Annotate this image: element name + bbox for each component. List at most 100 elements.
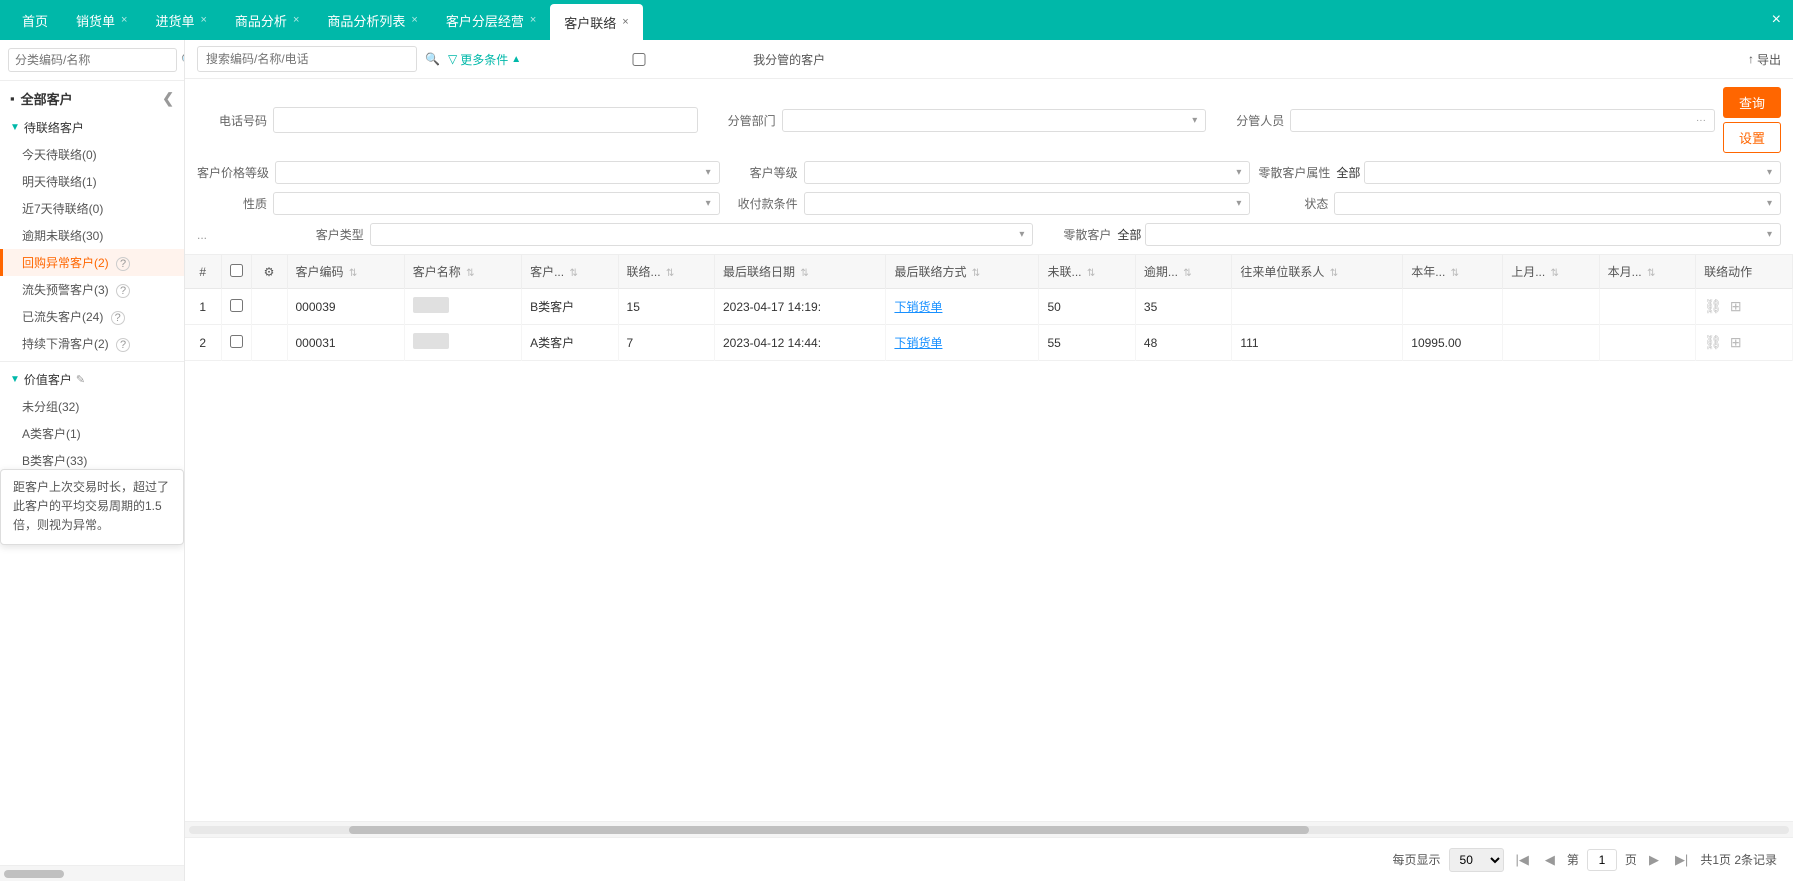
row2-method-link[interactable]: 下销货单 [894, 336, 942, 350]
row1-check[interactable] [221, 289, 251, 325]
col-header-overdue: 逾期... ⇅ [1135, 255, 1231, 289]
nav-analysis[interactable]: 商品分析 × [221, 0, 313, 40]
sidebar-item-today[interactable]: 今天待联络(0) [0, 141, 184, 168]
row1-overdue: 35 [1135, 289, 1231, 325]
page-prev-btn[interactable]: ◀ [1541, 850, 1559, 870]
col-header-action: 联络动作 [1696, 255, 1793, 289]
row2-checkbox[interactable] [230, 335, 243, 348]
filter-row-3: 性质 ▾ 收付款条件 ▾ 状态 ▾ [197, 192, 1781, 215]
price-level-select[interactable]: ▾ [275, 161, 720, 184]
nav-purchase-close[interactable]: × [200, 14, 206, 26]
nav-purchase[interactable]: 进货单 × [141, 0, 220, 40]
export-button[interactable]: ↑ 导出 [1748, 51, 1781, 68]
query-button[interactable]: 查询 [1723, 87, 1781, 118]
abnormal-info-icon: ? [116, 257, 130, 271]
row2-last-method[interactable]: 下销货单 [886, 325, 1039, 361]
sidebar-item-abnormal[interactable]: 回购异常客户(2) ? [0, 249, 184, 276]
customer-type-select[interactable]: ▾ [370, 223, 1034, 246]
nav-customer-contact-close[interactable]: × [622, 16, 628, 28]
nav-home[interactable]: 首页 [8, 0, 62, 40]
customer-level-select[interactable]: ▾ [804, 161, 1251, 184]
scrollbar-thumb[interactable] [349, 826, 1309, 834]
nav-analysis-close[interactable]: × [293, 14, 299, 26]
top-nav: 首页 销货单 × 进货单 × 商品分析 × 商品分析列表 × 客户分层经营 × … [0, 0, 1793, 40]
row2-type: A类客户 [522, 325, 618, 361]
nav-customer-tier-close[interactable]: × [530, 14, 536, 26]
retail-customer-field: 零散客户 全部 ▾ [1041, 223, 1781, 246]
row2-link-icon[interactable]: ⛓ [1704, 334, 1722, 351]
row1-grid-icon[interactable]: ⊞ [1730, 298, 1742, 315]
page-number-input[interactable] [1587, 849, 1617, 871]
settings-button[interactable]: 设置 [1723, 122, 1781, 153]
my-customers-checkbox-area[interactable]: 我分管的客户 [529, 51, 825, 68]
row1-link-icon[interactable]: ⛓ [1704, 298, 1722, 315]
customer-table: # ⚙ 客户编码 ⇅ 客户名称 ⇅ 客户... ⇅ 联络... ⇅ 最后联络日期… [185, 255, 1793, 361]
sidebar-collapse-icon[interactable]: ❮ [162, 90, 174, 107]
window-close-button[interactable]: × [1772, 11, 1781, 29]
my-customers-checkbox[interactable] [529, 53, 749, 66]
scrollbar-track[interactable] [189, 826, 1789, 834]
gender-select[interactable]: ▾ [273, 192, 720, 215]
nav-customer-tier[interactable]: 客户分层经营 × [432, 0, 550, 40]
sidebar-search-input[interactable] [8, 48, 177, 72]
row2-this-year: 10995.00 [1403, 325, 1503, 361]
col-header-check[interactable] [221, 255, 251, 289]
filter-row-1: 电话号码 分管部门 ▾ 分管人员 ··· 查询 设置 [197, 87, 1781, 153]
phone-input[interactable] [273, 107, 698, 133]
status-select[interactable]: ▾ [1334, 192, 1781, 215]
row2-action: ⛓ ⊞ [1696, 325, 1793, 361]
manager-select[interactable]: ··· [1290, 109, 1715, 132]
nav-customer-contact[interactable]: 客户联络 × [550, 4, 642, 40]
sidebar-item-ungroup[interactable]: 未分组(32) [0, 393, 184, 420]
col-header-code: 客户编码 ⇅ [287, 255, 404, 289]
row1-checkbox[interactable] [230, 299, 243, 312]
page-size-select[interactable]: 50 20 100 [1449, 848, 1504, 872]
row1-last-month [1503, 289, 1599, 325]
row1-action: ⛓ ⊞ [1696, 289, 1793, 325]
row2-overdue: 48 [1135, 325, 1231, 361]
row1-num: 1 [185, 289, 221, 325]
sidebar-item-warning[interactable]: 流失预警客户(3) ? [0, 276, 184, 303]
row2-check[interactable] [221, 325, 251, 361]
row1-uncontacted: 50 [1039, 289, 1135, 325]
payment-select[interactable]: ▾ [804, 192, 1251, 215]
sidebar-pending-group[interactable]: ▼ 待联络客户 [0, 114, 184, 141]
sidebar-value-group[interactable]: ▼ 价值客户 ✎ [0, 366, 184, 393]
row2-settings [251, 325, 287, 361]
col-header-settings[interactable]: ⚙ [251, 255, 287, 289]
value-group-edit-icon[interactable]: ✎ [76, 373, 85, 386]
horizontal-scrollbar[interactable] [185, 821, 1793, 837]
sidebar-item-week7[interactable]: 近7天待联络(0) [0, 195, 184, 222]
page-last-btn[interactable]: ▶| [1671, 850, 1692, 870]
filter-search-icon[interactable]: 🔍 [425, 52, 440, 66]
more-dots[interactable]: ... [197, 228, 207, 242]
sidebar-item-overdue[interactable]: 逾期未联络(30) [0, 222, 184, 249]
filter-row-2: 客户价格等级 ▾ 客户等级 ▾ 零散客户属性 全部 ▾ [197, 161, 1781, 184]
page-next-btn[interactable]: ▶ [1645, 850, 1663, 870]
page-first-btn[interactable]: |◀ [1512, 850, 1533, 870]
nav-analysis-list[interactable]: 商品分析列表 × [313, 0, 431, 40]
retail-attr-select[interactable]: ▾ [1364, 161, 1781, 184]
more-conditions-btn[interactable]: ▽ 更多条件 ▲ [448, 51, 521, 68]
select-all-checkbox[interactable] [230, 264, 243, 277]
sidebar-item-tomorrow[interactable]: 明天待联络(1) [0, 168, 184, 195]
row1-last-method[interactable]: 下销货单 [886, 289, 1039, 325]
col-header-name: 客户名称 ⇅ [404, 255, 521, 289]
sidebar-item-declining[interactable]: 持续下滑客户(2) ? [0, 330, 184, 357]
nav-analysis-list-close[interactable]: × [411, 14, 417, 26]
department-select[interactable]: ▾ [782, 109, 1207, 132]
col-header-num: # [185, 255, 221, 289]
sidebar-scrollbar[interactable] [0, 865, 184, 881]
sidebar-all-customers[interactable]: ▪ 全部客户 ❮ [0, 81, 184, 114]
customer-level-field: 客户等级 ▾ [728, 161, 1251, 184]
sidebar-item-groupA[interactable]: A类客户(1) [0, 420, 184, 447]
nav-sales-close[interactable]: × [121, 14, 127, 26]
retail-customer-select[interactable]: ▾ [1145, 223, 1781, 246]
table-header: # ⚙ 客户编码 ⇅ 客户名称 ⇅ 客户... ⇅ 联络... ⇅ 最后联络日期… [185, 255, 1793, 289]
row2-grid-icon[interactable]: ⊞ [1730, 334, 1742, 351]
row1-method-link[interactable]: 下销货单 [894, 300, 942, 314]
nav-sales[interactable]: 销货单 × [62, 0, 141, 40]
retail-attr-field: 零散客户属性 全部 ▾ [1258, 161, 1781, 184]
search-input[interactable] [197, 46, 417, 72]
sidebar-item-lost[interactable]: 已流失客户(24) ? [0, 303, 184, 330]
